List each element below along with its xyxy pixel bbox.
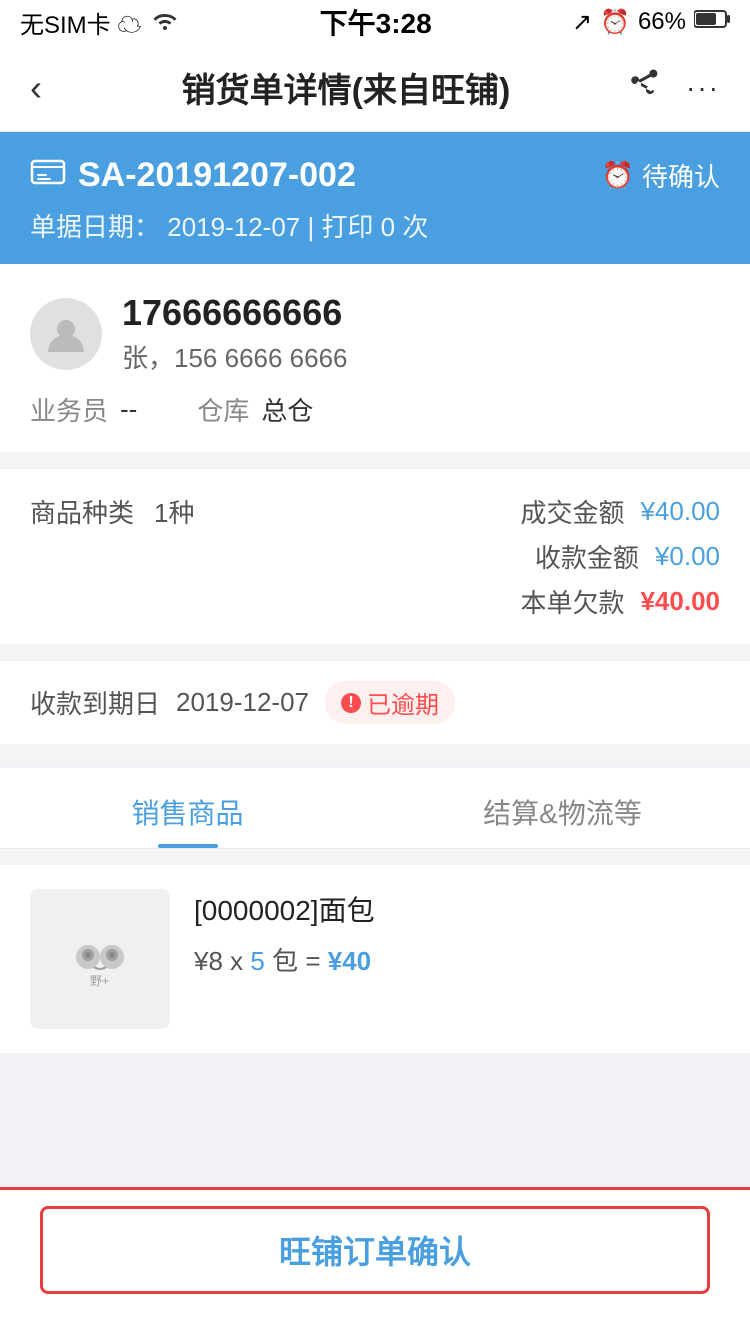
transaction-amount: 成交金额 ¥40.00: [520, 493, 720, 530]
product-section: 野+ [0000002]面包 ¥8 x 5 包 = ¥40: [0, 865, 750, 1053]
due-label: 收款到期日: [30, 684, 160, 721]
summary-section: 商品种类 1种 成交金额 ¥40.00 收款金额 ¥0.00 本单欠款 ¥40.…: [0, 469, 750, 644]
bottom-bar: 旺铺订单确认: [0, 1187, 750, 1334]
customer-avatar: [30, 298, 102, 370]
customer-info: 17666666666 张，156 6666 6666: [122, 292, 348, 375]
warehouse-label: 仓库: [197, 391, 249, 428]
product-total: ¥40: [328, 946, 371, 976]
status-text: 待确认: [642, 157, 720, 194]
amount-label: 成交金额: [520, 493, 624, 530]
staff-label: 业务员: [30, 391, 108, 428]
tab-sales-products[interactable]: 销售商品: [0, 768, 375, 848]
back-button[interactable]: ‹: [30, 67, 62, 109]
svg-text:野+: 野+: [90, 974, 109, 988]
confirm-label: 旺铺订单确认: [279, 1227, 471, 1273]
product-type-value: 1种: [154, 493, 194, 530]
location-icon: ↗: [572, 8, 592, 37]
more-icon[interactable]: ···: [686, 72, 720, 104]
overdue-text: 已逾期: [367, 685, 439, 720]
staff-value: --: [120, 394, 137, 425]
product-qty: 5: [250, 946, 264, 976]
overdue-dot-icon: !: [341, 693, 361, 713]
product-type-label: 商品种类: [30, 493, 134, 530]
amounts: 成交金额 ¥40.00 收款金额 ¥0.00 本单欠款 ¥40.00: [520, 493, 720, 620]
due-date: 2019-12-07: [176, 687, 309, 718]
warehouse-value: 总仓: [261, 391, 313, 428]
due-section: 收款到期日 2019-12-07 ! 已逾期: [0, 661, 750, 744]
tabs-row: 销售商品 结算&物流等: [0, 768, 750, 848]
customer-phone: 17666666666: [122, 292, 348, 334]
nav-actions: ···: [630, 68, 720, 108]
owed-amount: 本单欠款 ¥40.00: [520, 583, 720, 620]
product-price-row: ¥8 x 5 包 = ¥40: [194, 941, 720, 978]
battery-icon: [694, 8, 730, 36]
product-name: [0000002]面包: [194, 889, 720, 929]
customer-section: 17666666666 张，156 6666 6666 业务员 -- 仓库 总仓: [0, 264, 750, 452]
status-right: ↗ ⏰ 66%: [572, 8, 730, 37]
clock-icon: ⏰: [602, 160, 634, 191]
status-time: 下午3:28: [320, 2, 432, 42]
nav-bar: ‹ 销货单详情(来自旺铺) ···: [0, 44, 750, 132]
tab-sales-label: 销售商品: [131, 798, 243, 829]
owed-value: ¥40.00: [640, 586, 720, 617]
product-type: 商品种类 1种: [30, 493, 194, 530]
tab-settlement-label: 结算&物流等: [483, 798, 642, 829]
product-info: [0000002]面包 ¥8 x 5 包 = ¥40: [194, 889, 720, 978]
amount-value: ¥40.00: [640, 496, 720, 527]
product-price: ¥8: [194, 946, 223, 976]
battery-text: 66%: [638, 8, 686, 36]
customer-name: 张，156 6666 6666: [122, 338, 348, 375]
order-icon: [30, 157, 66, 195]
product-multiply: x: [230, 946, 250, 976]
status-left: 无SIM卡 ☁: [20, 5, 179, 40]
order-date: 单据日期： 2019-12-07 | 打印 0 次: [30, 207, 720, 244]
tabs-section: 销售商品 结算&物流等: [0, 768, 750, 849]
overdue-badge: ! 已逾期: [325, 681, 455, 724]
order-number: SA-20191207-002: [78, 156, 356, 195]
received-value: ¥0.00: [655, 541, 720, 572]
received-label: 收款金额: [535, 538, 639, 575]
tab-settlement[interactable]: 结算&物流等: [375, 768, 750, 848]
status-bar: 无SIM卡 ☁ 下午3:28 ↗ ⏰ 66%: [0, 0, 750, 44]
customer-top: 17666666666 张，156 6666 6666: [30, 292, 720, 375]
blue-header: SA-20191207-002 ⏰ 待确认 单据日期： 2019-12-07 |…: [0, 132, 750, 264]
received-amount: 收款金额 ¥0.00: [535, 538, 720, 575]
order-status: ⏰ 待确认: [602, 157, 720, 194]
order-id: SA-20191207-002: [30, 156, 356, 195]
signal-text: 无SIM卡 ☁: [20, 5, 141, 40]
owed-label: 本单欠款: [520, 583, 624, 620]
alarm-icon: ⏰: [600, 8, 630, 37]
staff-meta: 业务员 --: [30, 391, 137, 428]
customer-meta: 业务员 -- 仓库 总仓: [30, 391, 720, 428]
product-unit: 包: [272, 946, 298, 976]
confirm-button[interactable]: 旺铺订单确认: [40, 1206, 710, 1294]
summary-row: 商品种类 1种 成交金额 ¥40.00 收款金额 ¥0.00 本单欠款 ¥40.…: [30, 493, 720, 620]
product-equals: =: [305, 946, 327, 976]
share-icon[interactable]: [630, 68, 662, 108]
page-title: 销货单详情(来自旺铺): [62, 63, 630, 112]
warehouse-meta: 仓库 总仓: [197, 391, 313, 428]
product-item: 野+ [0000002]面包 ¥8 x 5 包 = ¥40: [30, 889, 720, 1029]
wifi-icon: [151, 8, 179, 37]
product-thumbnail: 野+: [30, 889, 170, 1029]
